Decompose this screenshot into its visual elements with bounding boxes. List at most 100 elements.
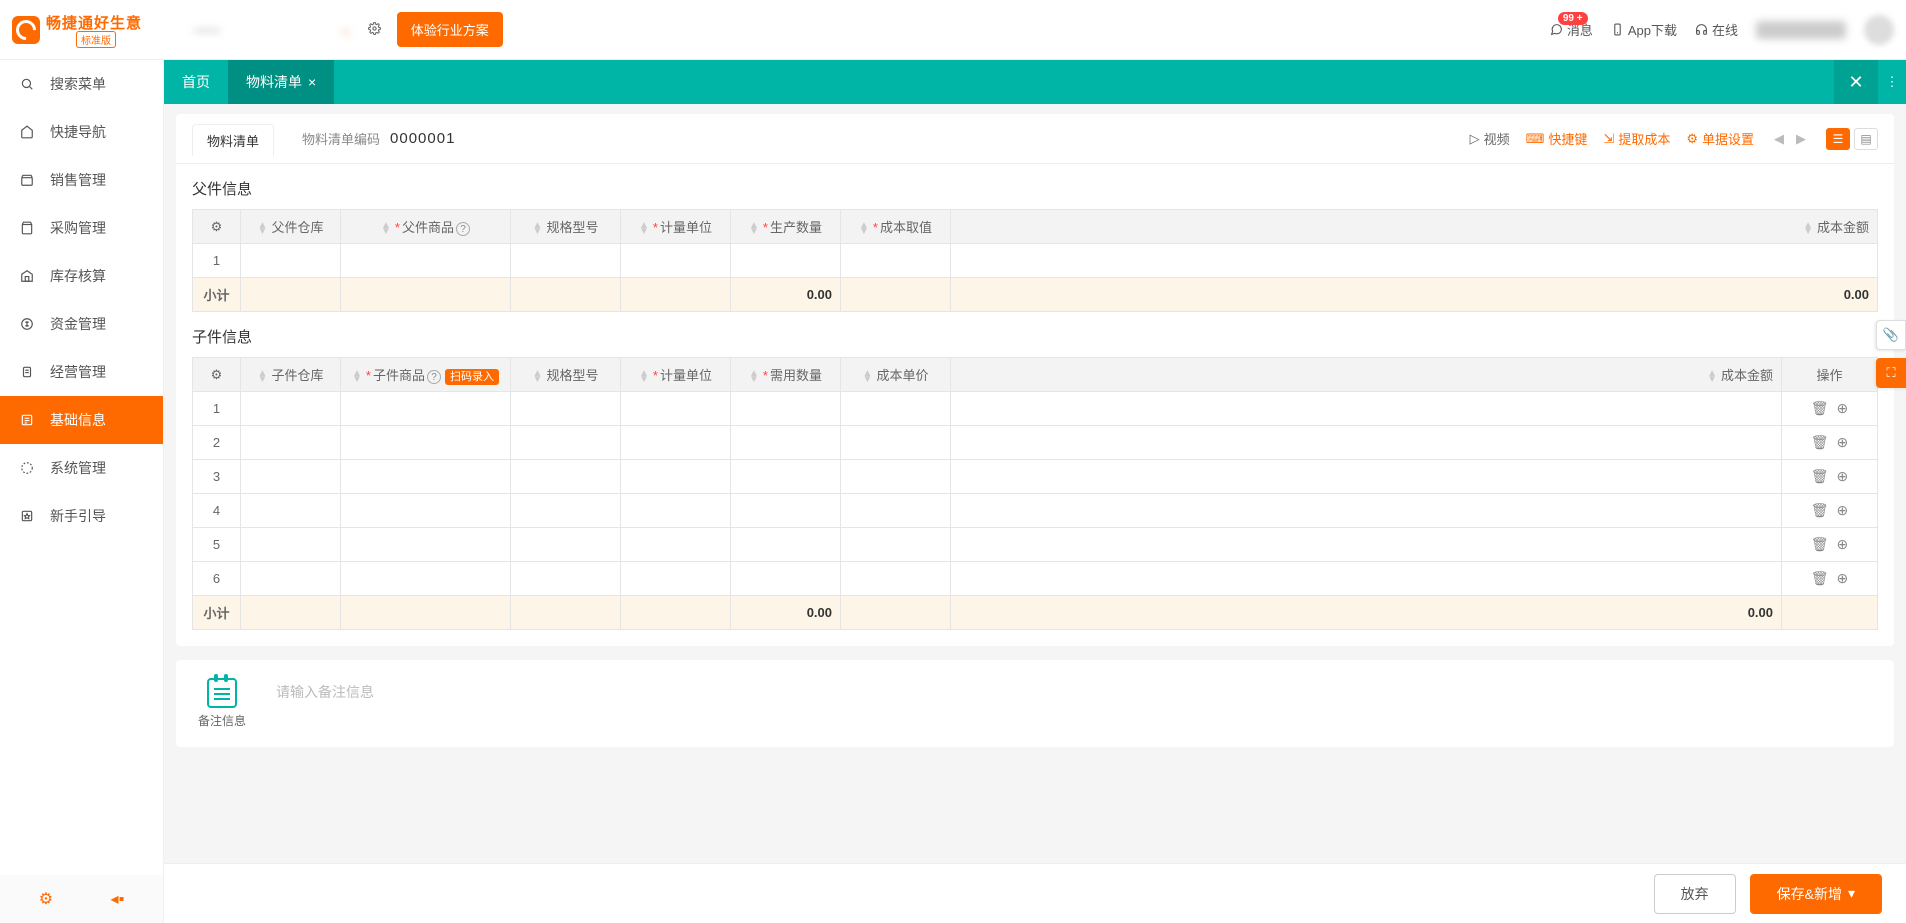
discard-button[interactable]: 放弃 [1654, 874, 1736, 914]
view-list-button[interactable]: ☰ [1826, 128, 1850, 150]
chevron-down-icon: ▾ [1848, 885, 1855, 902]
delete-row-icon[interactable]: 🗑 [1811, 570, 1829, 587]
sidebar-item-gift[interactable]: 销售管理 [0, 156, 163, 204]
tab-1[interactable]: 物料清单 × [228, 60, 334, 104]
help-icon[interactable]: ? [456, 222, 470, 236]
sort-icon[interactable]: ▲▼ [533, 223, 543, 235]
parent-row[interactable]: 1 [193, 244, 1878, 278]
sidebar-item-search[interactable]: 搜索菜单 [0, 60, 163, 108]
sidebar-item-gear-dash[interactable]: 系统管理 [0, 444, 163, 492]
delete-row-icon[interactable]: 🗑 [1811, 468, 1829, 485]
add-row-icon[interactable]: ⊕ [1837, 468, 1849, 485]
messages-link[interactable]: 99 + 消息 [1550, 20, 1593, 39]
add-row-icon[interactable]: ⊕ [1837, 502, 1849, 519]
prev-record-icon[interactable]: ◀ [1770, 129, 1788, 149]
sort-icon[interactable]: ▲▼ [859, 223, 869, 235]
parent-col-1[interactable]: ▲▼*父件商品? [341, 210, 511, 244]
tabs-expand-icon[interactable]: ⋮ [1878, 60, 1906, 104]
add-row-icon[interactable]: ⊕ [1837, 434, 1849, 451]
app-download-link[interactable]: App下载 [1611, 20, 1677, 39]
close-icon[interactable]: × [308, 74, 316, 90]
child-row[interactable]: 6🗑⊕ [193, 562, 1878, 596]
video-link[interactable]: ▷视频 [1470, 129, 1510, 148]
settings-icon[interactable] [368, 22, 381, 38]
add-row-icon[interactable]: ⊕ [1837, 570, 1849, 587]
gear-col[interactable]: ⚙ [193, 358, 241, 392]
child-row[interactable]: 4🗑⊕ [193, 494, 1878, 528]
remark-input[interactable] [276, 678, 1872, 706]
sort-icon[interactable]: ▲▼ [533, 371, 543, 383]
avatar[interactable] [1864, 15, 1894, 45]
next-record-icon[interactable]: ▶ [1792, 129, 1810, 149]
child-col-6[interactable]: ▲▼成本金额 [951, 358, 1782, 392]
child-col-4[interactable]: ▲▼*需用数量 [731, 358, 841, 392]
org-selector[interactable]: —— ⌄ [194, 21, 352, 38]
sidebar-settings-icon[interactable]: ⚙ [39, 889, 53, 909]
sidebar-item-home[interactable]: 快捷导航 [0, 108, 163, 156]
sidebar-item-form[interactable]: 基础信息 [0, 396, 163, 444]
parent-col-6[interactable]: ▲▼成本金额 [951, 210, 1878, 244]
doc-setting-link[interactable]: ⚙单据设置 [1686, 129, 1754, 148]
logo: 畅捷通好生意 标准版 [12, 12, 164, 48]
parent-col-2[interactable]: ▲▼规格型号 [511, 210, 621, 244]
child-col-1[interactable]: ▲▼*子件商品?扫码录入 [341, 358, 511, 392]
extract-icon: ⇲ [1603, 131, 1614, 147]
tab-label: 物料清单 [246, 72, 302, 92]
code-value: 0000001 [390, 130, 455, 147]
shortcut-link[interactable]: ⌨快捷键 [1526, 129, 1588, 148]
sort-icon[interactable]: ▲▼ [1803, 223, 1813, 235]
sidebar-item-warehouse[interactable]: 库存核算 [0, 252, 163, 300]
scan-tag[interactable]: 扫码录入 [445, 369, 499, 385]
delete-row-icon[interactable]: 🗑 [1811, 400, 1829, 417]
sort-icon[interactable]: ▲▼ [381, 223, 391, 235]
sort-icon[interactable]: ▲▼ [639, 223, 649, 235]
child-col-0[interactable]: ▲▼子件仓库 [241, 358, 341, 392]
sort-icon[interactable]: ▲▼ [1707, 371, 1717, 383]
parent-col-3[interactable]: ▲▼*计量单位 [621, 210, 731, 244]
sort-icon[interactable]: ▲▼ [258, 371, 268, 383]
delete-row-icon[interactable]: 🗑 [1811, 434, 1829, 451]
sort-icon[interactable]: ▲▼ [863, 371, 873, 383]
sort-icon[interactable]: ▲▼ [258, 223, 268, 235]
sort-icon[interactable]: ▲▼ [352, 371, 362, 383]
sidebar-item-star[interactable]: 新手引导 [0, 492, 163, 540]
child-col-2[interactable]: ▲▼规格型号 [511, 358, 621, 392]
tab-0[interactable]: 首页 [164, 60, 228, 104]
trial-button[interactable]: 体验行业方案 [397, 12, 503, 47]
add-row-icon[interactable]: ⊕ [1837, 400, 1849, 417]
parent-col-0[interactable]: ▲▼父件仓库 [241, 210, 341, 244]
sort-icon[interactable]: ▲▼ [749, 223, 759, 235]
child-row[interactable]: 5🗑⊕ [193, 528, 1878, 562]
sort-icon[interactable]: ▲▼ [749, 371, 759, 383]
sidebar-item-label: 新手引导 [50, 506, 106, 526]
parent-col-4[interactable]: ▲▼*生产数量 [731, 210, 841, 244]
footer: 放弃 保存&新增 ▾ [164, 863, 1906, 923]
panel-tab[interactable]: 物料清单 [192, 124, 274, 156]
tabs-close-all-icon[interactable]: ✕ [1834, 60, 1878, 104]
view-card-button[interactable]: ▤ [1854, 128, 1878, 150]
child-col-3[interactable]: ▲▼*计量单位 [621, 358, 731, 392]
brand-edition: 标准版 [76, 31, 116, 48]
child-row[interactable]: 1🗑⊕ [193, 392, 1878, 426]
child-col-5[interactable]: ▲▼成本单价 [841, 358, 951, 392]
extract-cost-link[interactable]: ⇲提取成本 [1603, 129, 1670, 148]
sidebar-item-clipboard[interactable]: 经营管理 [0, 348, 163, 396]
online-support-link[interactable]: 在线 [1695, 20, 1738, 39]
parent-col-5[interactable]: ▲▼*成本取值 [841, 210, 951, 244]
child-row[interactable]: 3🗑⊕ [193, 460, 1878, 494]
child-row[interactable]: 2🗑⊕ [193, 426, 1878, 460]
sidebar-collapse-icon[interactable]: ◂▪ [111, 889, 125, 909]
org-name: —— [194, 22, 220, 37]
help-icon[interactable]: ? [427, 370, 441, 384]
add-row-icon[interactable]: ⊕ [1837, 536, 1849, 553]
app-download-label: App下载 [1628, 20, 1677, 39]
delete-row-icon[interactable]: 🗑 [1811, 502, 1829, 519]
fullscreen-icon[interactable]: ⛶ [1876, 358, 1906, 388]
gear-col[interactable]: ⚙ [193, 210, 241, 244]
save-new-button[interactable]: 保存&新增 ▾ [1750, 874, 1882, 914]
delete-row-icon[interactable]: 🗑 [1811, 536, 1829, 553]
sidebar-item-money[interactable]: 资金管理 [0, 300, 163, 348]
sidebar-item-bag[interactable]: 采购管理 [0, 204, 163, 252]
attachment-icon[interactable]: 📎 [1876, 320, 1906, 350]
sort-icon[interactable]: ▲▼ [639, 371, 649, 383]
